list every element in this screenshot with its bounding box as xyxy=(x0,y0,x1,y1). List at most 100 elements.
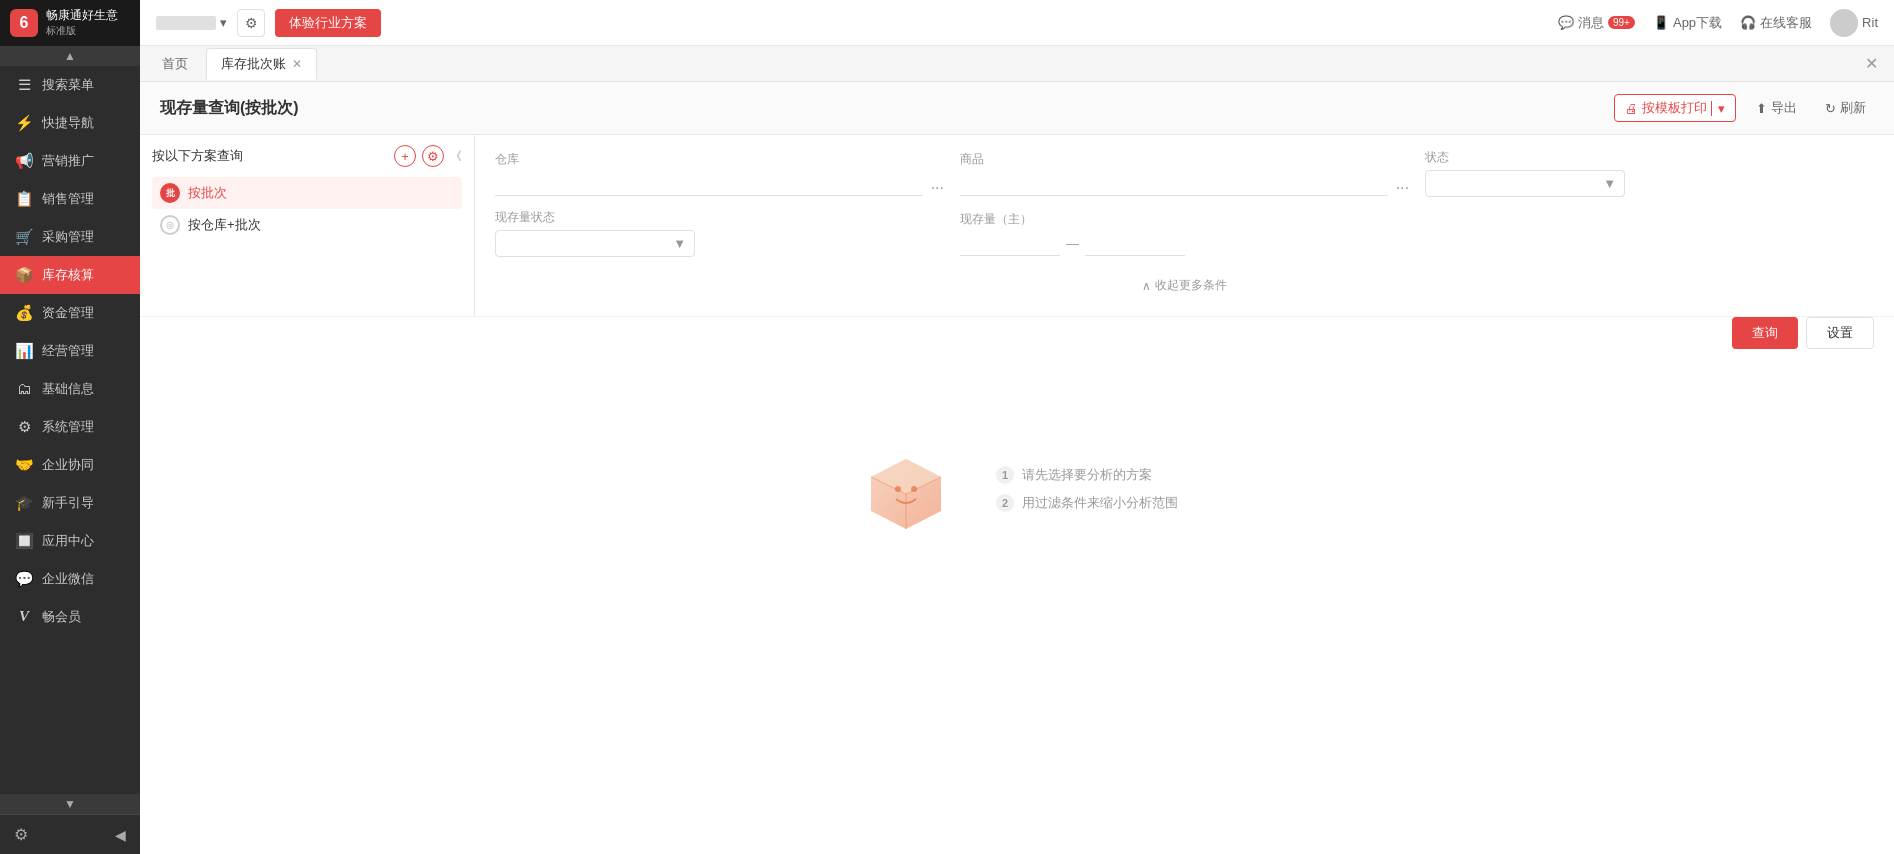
member-icon: V xyxy=(14,608,34,625)
add-scheme-button[interactable]: + xyxy=(394,145,416,167)
trial-button[interactable]: 体验行业方案 xyxy=(275,9,381,37)
product-filter-label: 商品 xyxy=(960,151,1409,168)
avatar xyxy=(1830,9,1858,37)
sidebar-item-system[interactable]: ⚙ 系统管理 xyxy=(0,408,140,446)
sidebar-item-finance[interactable]: 💰 资金管理 xyxy=(0,294,140,332)
sidebar-item-label: 新手引导 xyxy=(42,494,94,512)
warehouse-input[interactable] xyxy=(495,172,923,196)
sidebar-collapse-icon[interactable]: ◀ xyxy=(115,827,126,843)
product-input-row: ... xyxy=(960,172,1409,196)
page-header: 现存量查询(按批次) 🖨 按模板打印 ▾ ⬆ 导出 ↻ 刷新 xyxy=(140,82,1894,135)
sidebar-item-purchase[interactable]: 🛒 采购管理 xyxy=(0,218,140,256)
sidebar-item-basic[interactable]: 🗂 基础信息 xyxy=(0,370,140,408)
sales-icon: 📋 xyxy=(14,190,34,208)
sidebar-item-enterprise[interactable]: 🤝 企业协同 xyxy=(0,446,140,484)
brand-version: 标准版 xyxy=(46,24,118,38)
sidebar-item-label: 经营管理 xyxy=(42,342,94,360)
collapse-more-label: 收起更多条件 xyxy=(1155,277,1227,294)
topbar-dropdown-arrow: ▾ xyxy=(220,15,227,30)
appcenter-icon: 🔲 xyxy=(14,532,34,550)
print-dropdown-arrow[interactable]: ▾ xyxy=(1711,101,1725,116)
filter-panel: 按以下方案查询 + ⚙ 《 批 按批次 ◎ 按仓库+批次 xyxy=(140,135,1894,317)
query-button[interactable]: 查询 xyxy=(1732,317,1798,349)
topbar-gear-button[interactable]: ⚙ xyxy=(237,9,265,37)
topbar-left: ▾ ⚙ 体验行业方案 xyxy=(156,9,381,37)
sidebar-item-operation[interactable]: 📊 经营管理 xyxy=(0,332,140,370)
empty-tip-2-text: 用过滤条件来缩小分析范围 xyxy=(1022,494,1178,512)
sidebar-item-quicknav[interactable]: ⚡ 快捷导航 xyxy=(0,104,140,142)
headset-icon: 🎧 xyxy=(1740,15,1756,30)
warehouse-filter-label: 仓库 xyxy=(495,151,944,168)
sidebar: 6 畅康通好生意 标准版 ▲ ☰ 搜索菜单 ⚡ 快捷导航 📢 营销推广 📋 销售… xyxy=(0,0,140,854)
topbar-dropdown[interactable]: ▾ xyxy=(156,15,227,30)
finance-icon: 💰 xyxy=(14,304,34,322)
refresh-label: 刷新 xyxy=(1840,99,1866,117)
sidebar-item-newguide[interactable]: 🎓 新手引导 xyxy=(0,484,140,522)
sidebar-scroll-up[interactable]: ▲ xyxy=(0,46,140,66)
scheme-batch-icon: 批 xyxy=(160,183,180,203)
sidebar-footer: ⚙ ◀ xyxy=(0,814,140,854)
scheme-item-warehouse-batch[interactable]: ◎ 按仓库+批次 xyxy=(152,209,462,241)
inventory-qty-to[interactable] xyxy=(1085,232,1185,256)
empty-tip-1-text: 请先选择要分析的方案 xyxy=(1022,466,1152,484)
sidebar-item-sales[interactable]: 📋 销售管理 xyxy=(0,180,140,218)
gear-icon: ⚙ xyxy=(245,15,258,31)
tab-inventory-batch[interactable]: 库存批次账 ✕ xyxy=(206,48,317,80)
inventory-status-select[interactable]: ▼ xyxy=(495,230,695,257)
print-label: 按模板打印 xyxy=(1642,99,1707,117)
app-download-item[interactable]: 📱 App下载 xyxy=(1653,14,1722,32)
settings-button[interactable]: 设置 xyxy=(1806,317,1874,349)
sidebar-item-appcenter[interactable]: 🔲 应用中心 xyxy=(0,522,140,560)
scheme-settings-button[interactable]: ⚙ xyxy=(422,145,444,167)
newguide-icon: 🎓 xyxy=(14,494,34,512)
empty-tip-2: 2 用过滤条件来缩小分析范围 xyxy=(996,494,1178,512)
purchase-icon: 🛒 xyxy=(14,228,34,246)
sidebar-item-marketing[interactable]: 📢 营销推广 xyxy=(0,142,140,180)
status-select[interactable]: ▼ xyxy=(1425,170,1625,197)
sidebar-item-label: 库存核算 xyxy=(42,266,94,284)
sidebar-item-member[interactable]: V 畅会员 xyxy=(0,598,140,636)
topbar-right: 💬 消息 99+ 📱 App下载 🎧 在线客服 Rit xyxy=(1558,9,1878,37)
page-title: 现存量查询(按批次) xyxy=(160,98,299,119)
product-input[interactable] xyxy=(960,172,1388,196)
product-dots-button[interactable]: ... xyxy=(1396,175,1409,193)
status-dropdown-arrow: ▼ xyxy=(1603,176,1616,191)
collapse-more-button[interactable]: ∧ 收起更多条件 xyxy=(495,269,1874,302)
online-service-item[interactable]: 🎧 在线客服 xyxy=(1740,14,1812,32)
warehouse-dots-button[interactable]: ... xyxy=(931,175,944,193)
search-nav-icon: ☰ xyxy=(14,76,34,94)
refresh-button[interactable]: ↻ 刷新 xyxy=(1817,95,1874,121)
collapse-up-icon: ∧ xyxy=(1142,279,1151,293)
sidebar-item-inventory[interactable]: 📦 库存核算 xyxy=(0,256,140,294)
scheme-item-batch[interactable]: 批 按批次 xyxy=(152,177,462,209)
sidebar-item-label: 营销推广 xyxy=(42,152,94,170)
print-button[interactable]: 🖨 按模板打印 ▾ xyxy=(1614,94,1736,122)
user-item[interactable]: Rit xyxy=(1830,9,1878,37)
topbar: ▾ ⚙ 体验行业方案 💬 消息 99+ 📱 App下载 🎧 在线客服 xyxy=(140,0,1894,46)
sidebar-item-label: 资金管理 xyxy=(42,304,94,322)
sidebar-item-label: 快捷导航 xyxy=(42,114,94,132)
tab-close-icon[interactable]: ✕ xyxy=(292,58,302,70)
message-item[interactable]: 💬 消息 99+ xyxy=(1558,14,1635,32)
export-button[interactable]: ⬆ 导出 xyxy=(1748,95,1805,121)
sidebar-item-search[interactable]: ☰ 搜索菜单 xyxy=(0,66,140,104)
sidebar-nav: ☰ 搜索菜单 ⚡ 快捷导航 📢 营销推广 📋 销售管理 🛒 采购管理 📦 库存核… xyxy=(0,66,140,794)
sidebar-item-label: 系统管理 xyxy=(42,418,94,436)
sidebar-settings-icon[interactable]: ⚙ xyxy=(14,825,28,844)
svg-point-5 xyxy=(895,486,901,492)
tab-home[interactable]: 首页 xyxy=(148,49,202,79)
tabbar: 首页 库存批次账 ✕ ✕ xyxy=(140,46,1894,82)
sidebar-item-wechat[interactable]: 💬 企业微信 xyxy=(0,560,140,598)
sidebar-scroll-down[interactable]: ▼ xyxy=(0,794,140,814)
quicknav-icon: ⚡ xyxy=(14,114,34,132)
filter-field-status: 状态 ▼ xyxy=(1425,149,1874,197)
svg-point-6 xyxy=(911,486,917,492)
warehouse-input-row: ... xyxy=(495,172,944,196)
inventory-qty-range: — xyxy=(960,232,1409,256)
sidebar-header: 6 畅康通好生意 标准版 xyxy=(0,0,140,46)
inventory-qty-from[interactable] xyxy=(960,232,1060,256)
filter-field-inventory-qty: 现存量（主） — xyxy=(960,211,1409,256)
action-bar: 查询 设置 xyxy=(140,317,1894,359)
collapse-left-icon[interactable]: 《 xyxy=(450,148,462,165)
tab-panel-close-icon[interactable]: ✕ xyxy=(1857,54,1886,73)
